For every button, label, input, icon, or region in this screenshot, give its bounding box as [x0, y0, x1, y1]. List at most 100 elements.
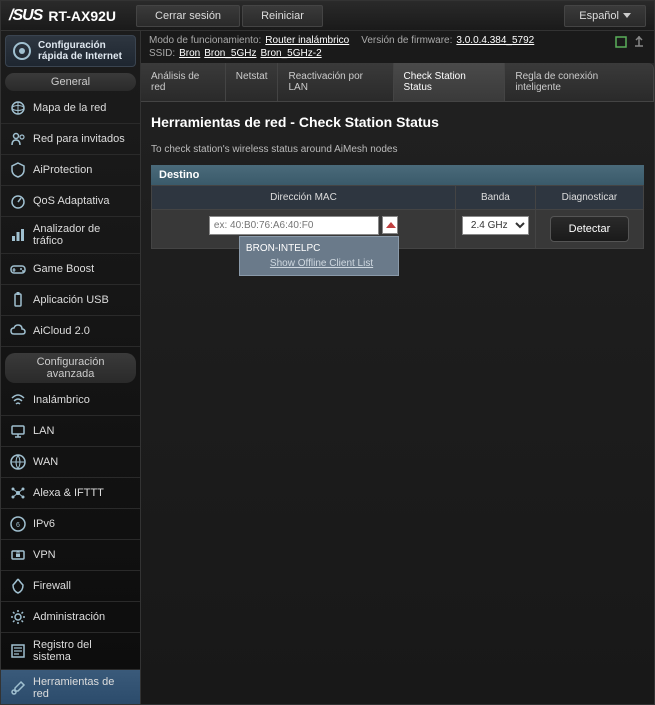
- aiprotection-icon: [9, 161, 27, 179]
- target-header: Destino: [151, 165, 644, 185]
- sidebar-item-label: Analizador de tráfico: [33, 223, 132, 247]
- section-advanced-label: Configuración avanzada: [5, 353, 136, 383]
- ipv6-icon: 6: [9, 515, 27, 533]
- band-select[interactable]: 2.4 GHz: [462, 216, 529, 235]
- alexa-icon: [9, 484, 27, 502]
- sidebar-item-nettools[interactable]: Herramientas de red: [1, 670, 140, 704]
- model-name: RT-AX92U: [48, 8, 116, 24]
- sidebar-item-firewall[interactable]: Firewall: [1, 571, 140, 602]
- ssid-value-0: Bron: [179, 48, 200, 59]
- info-bar: Modo de funcionamiento: Router inalámbri…: [141, 31, 654, 63]
- nettools-icon: [9, 679, 27, 697]
- tab-0[interactable]: Análisis de red: [141, 63, 226, 101]
- svg-text:6: 6: [16, 522, 20, 529]
- section-general-label: General: [5, 73, 136, 91]
- sidebar-item-label: Game Boost: [33, 263, 94, 275]
- sidebar-item-label: Registro del sistema: [33, 639, 132, 663]
- qos-icon: [9, 192, 27, 210]
- tab-2[interactable]: Reactivación por LAN: [278, 63, 393, 101]
- mode-label: Modo de funcionamiento:: [149, 35, 261, 46]
- sidebar-item-label: AiCloud 2.0: [33, 325, 90, 337]
- sidebar-item-aiprotection[interactable]: AiProtection: [1, 155, 140, 186]
- sidebar-item-game-boost[interactable]: Game Boost: [1, 254, 140, 285]
- ssid-value-1: Bron_5GHz: [204, 48, 256, 59]
- aimesh-icon[interactable]: [614, 35, 628, 49]
- sidebar-item-lan[interactable]: LAN: [1, 416, 140, 447]
- reboot-button[interactable]: Reiniciar: [242, 5, 323, 27]
- mode-value[interactable]: Router inalámbrico: [265, 35, 349, 46]
- sidebar-item-admin[interactable]: Administración: [1, 602, 140, 633]
- page-desc: To check station's wireless status aroun…: [151, 144, 644, 155]
- show-offline-link[interactable]: Show Offline Client List: [246, 256, 392, 271]
- sidebar-item-label: Aplicación USB: [33, 294, 109, 306]
- brand-logo: /SUS: [9, 7, 42, 25]
- language-label: Español: [579, 10, 619, 22]
- sidebar-item-qos[interactable]: QoS Adaptativa: [1, 186, 140, 217]
- sidebar-item-label: IPv6: [33, 518, 55, 530]
- logo: /SUS RT-AX92U: [9, 7, 116, 25]
- guest-network-icon: [9, 130, 27, 148]
- sidebar-item-usb-app[interactable]: Aplicación USB: [1, 285, 140, 316]
- vpn-icon: [9, 546, 27, 564]
- station-table: Dirección MAC Banda Diagnosticar: [151, 185, 644, 249]
- page-title: Herramientas de red - Check Station Stat…: [151, 114, 644, 130]
- sidebar-item-label: AiProtection: [33, 164, 92, 176]
- fw-label: Versión de firmware:: [361, 35, 452, 46]
- sidebar-item-label: QoS Adaptativa: [33, 195, 109, 207]
- aicloud-icon: [9, 322, 27, 340]
- sidebar-item-aicloud[interactable]: AiCloud 2.0: [1, 316, 140, 347]
- sidebar-item-wan[interactable]: WAN: [1, 447, 140, 478]
- ssid-label: SSID:: [149, 48, 175, 59]
- sidebar-item-ipv6[interactable]: 6 IPv6: [1, 509, 140, 540]
- sidebar-item-label: WAN: [33, 456, 58, 468]
- usb-app-icon: [9, 291, 27, 309]
- mac-input[interactable]: [209, 216, 379, 235]
- ssid-value-2: Bron_5GHz-2: [261, 48, 322, 59]
- sidebar-item-alexa[interactable]: Alexa & IFTTT: [1, 478, 140, 509]
- sidebar-item-label: LAN: [33, 425, 54, 437]
- sidebar-item-syslog[interactable]: Registro del sistema: [1, 633, 140, 670]
- tab-3[interactable]: Check Station Status: [394, 63, 506, 101]
- sidebar-item-label: Herramientas de red: [33, 676, 132, 700]
- quick-setup-button[interactable]: Configuración rápida de Internet: [5, 35, 136, 67]
- tab-1[interactable]: Netstat: [226, 63, 279, 101]
- usb-icon[interactable]: [632, 35, 646, 49]
- sidebar-item-label: VPN: [33, 549, 56, 561]
- col-diag-header: Diagnosticar: [535, 186, 643, 210]
- sidebar-item-traffic[interactable]: Analizador de tráfico: [1, 217, 140, 254]
- syslog-icon: [9, 642, 27, 660]
- logout-button[interactable]: Cerrar sesión: [136, 5, 240, 27]
- admin-icon: [9, 608, 27, 626]
- sidebar-item-vpn[interactable]: VPN: [1, 540, 140, 571]
- mac-dropdown-toggle[interactable]: [382, 216, 398, 234]
- wan-icon: [9, 453, 27, 471]
- wireless-icon: [9, 391, 27, 409]
- col-band-header: Banda: [455, 186, 535, 210]
- tabs: Análisis de redNetstatReactivación por L…: [141, 63, 654, 102]
- firewall-icon: [9, 577, 27, 595]
- game-boost-icon: [9, 260, 27, 278]
- sidebar-item-guest-network[interactable]: Red para invitados: [1, 124, 140, 155]
- network-map-icon: [9, 99, 27, 117]
- sidebar-item-network-map[interactable]: Mapa de la red: [1, 93, 140, 124]
- tab-4[interactable]: Regla de conexión inteligente: [505, 63, 654, 101]
- sidebar: Configuración rápida de Internet General…: [1, 31, 141, 704]
- fw-value[interactable]: 3.0.0.4.384_5792: [456, 35, 534, 46]
- sidebar-item-label: Mapa de la red: [33, 102, 106, 114]
- language-button[interactable]: Español: [564, 5, 646, 27]
- detect-button[interactable]: Detectar: [550, 216, 630, 242]
- lan-icon: [9, 422, 27, 440]
- sidebar-item-wireless[interactable]: Inalámbrico: [1, 385, 140, 416]
- table-row: BRON-INTELPC Show Offline Client List 2.…: [152, 210, 644, 249]
- traffic-icon: [9, 226, 27, 244]
- gear-icon: [12, 41, 32, 61]
- chevron-down-icon: [623, 13, 631, 19]
- top-bar: /SUS RT-AX92U Cerrar sesión Reiniciar Es…: [1, 1, 654, 31]
- sidebar-item-label: Firewall: [33, 580, 71, 592]
- client-dropdown-item[interactable]: BRON-INTELPC: [246, 241, 392, 256]
- client-dropdown: BRON-INTELPC Show Offline Client List: [239, 236, 399, 276]
- sidebar-item-label: Inalámbrico: [33, 394, 90, 406]
- sidebar-item-label: Administración: [33, 611, 105, 623]
- quick-setup-label: Configuración rápida de Internet: [38, 40, 129, 62]
- col-mac-header: Dirección MAC: [152, 186, 456, 210]
